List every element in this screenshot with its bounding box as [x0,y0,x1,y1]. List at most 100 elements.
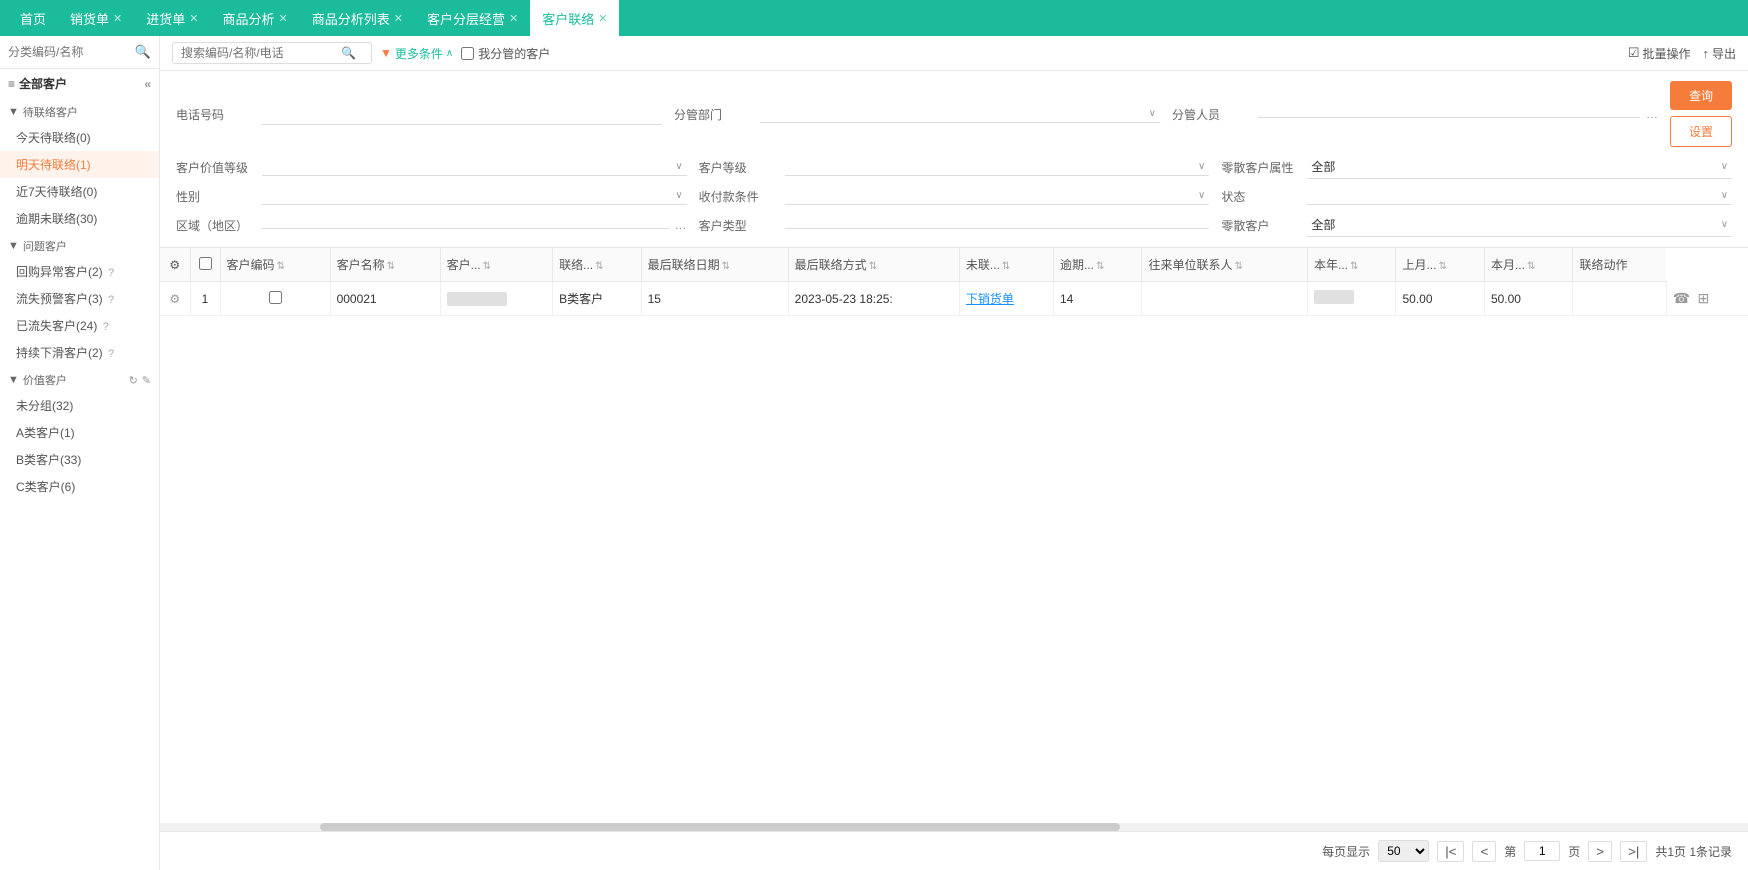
set-button[interactable]: 设置 [1670,116,1732,147]
filter-gender-select[interactable]: ∨ [262,187,687,205]
nav-purchase-order-close[interactable]: ✕ [189,12,198,25]
filter-dept-select[interactable]: ∨ [760,105,1160,123]
sidebar-item-churn-warning[interactable]: 流失预警客户(3) ? [0,285,159,312]
sidebar-item-overdue-pending[interactable]: 逾期未联络(30) [0,205,159,232]
sidebar-collapse-btn[interactable]: « [144,77,151,91]
filter-phone-input[interactable] [262,104,662,125]
region-dots-icon[interactable]: … [675,218,687,232]
col-overdue[interactable]: 逾期...⇅ [1053,248,1141,282]
bulk-action-btn[interactable]: ☑ 批量操作 [1628,45,1691,62]
col-this-month[interactable]: 本月...⇅ [1484,248,1572,282]
row-contact-count: 15 [641,282,788,316]
nav-product-analysis-close[interactable]: ✕ [279,12,288,25]
sort-overdue-icon: ⇅ [1096,261,1104,272]
nav-purchase-order[interactable]: 进货单 ✕ [134,0,210,36]
sidebar-search-icon[interactable]: 🔍 [135,44,151,60]
value-edit-icon[interactable]: ✎ [142,374,151,387]
nav-sales-order[interactable]: 销货单 ✕ [58,0,134,36]
value-refresh-icon[interactable]: ↻ [129,374,138,387]
sidebar-item-tomorrow-pending[interactable]: 明天待联络(1) [0,151,159,178]
col-checkbox[interactable] [190,248,220,282]
filter-value-grade-select[interactable]: ∨ [262,158,687,176]
page-input[interactable] [1524,841,1560,861]
sidebar-item-a-class[interactable]: A类客户(1) [0,419,159,446]
row-action-more-icon[interactable]: ⊞ [1698,290,1710,306]
table-scrollbar[interactable] [160,823,1748,831]
sidebar-item-c-class[interactable]: C类客户(6) [0,473,159,500]
sidebar-item-today-pending[interactable]: 今天待联络(0) [0,124,159,151]
col-contact-count[interactable]: 联络...⇅ [553,248,641,282]
table-area: ⚙ 客户编码⇅ 客户名称⇅ 客户...⇅ 联络...⇅ 最后联络日期⇅ 最后联络… [160,248,1748,823]
manager-dots-icon[interactable]: … [1646,107,1658,121]
col-last-month[interactable]: 上月...⇅ [1396,248,1484,282]
nav-product-analysis[interactable]: 商品分析 ✕ [210,0,299,36]
col-unlinkd[interactable]: 未联...⇅ [959,248,1053,282]
sidebar-item-repurchase-abnormal[interactable]: 回购异常客户(2) ? [0,258,159,285]
sidebar-item-churned[interactable]: 已流失客户(24) ? [0,312,159,339]
select-all-checkbox[interactable] [199,257,212,270]
sort-year-icon: ⇅ [1350,261,1358,272]
help-icon-2[interactable]: ? [103,321,109,333]
query-button[interactable]: 查询 [1670,81,1732,110]
filter-more-conditions-btn[interactable]: ▼ 更多条件 ∧ [380,45,453,62]
nav-sales-order-close[interactable]: ✕ [113,12,122,25]
help-icon-0[interactable]: ? [108,267,114,279]
row-unlinkd: 14 [1053,282,1141,316]
help-icon-3[interactable]: ? [108,348,114,360]
row-last-contact-method[interactable]: 下销货单 [959,282,1053,316]
nav-customer-tier-close[interactable]: ✕ [509,12,518,25]
filter-customer-type-select[interactable] [785,222,1210,229]
row-checkbox-cell[interactable] [220,282,330,316]
filter-payment-select[interactable]: ∨ [785,187,1210,205]
help-icon-1[interactable]: ? [108,294,114,306]
col-settings[interactable]: ⚙ [160,248,190,282]
sidebar-item-ungrouped[interactable]: 未分组(32) [0,392,159,419]
col-last-contact-date[interactable]: 最后联络日期⇅ [641,248,788,282]
table-scroll-thumb[interactable] [320,823,1120,831]
filter-manager-select[interactable] [1258,111,1640,118]
nav-customer-contact-close[interactable]: ✕ [598,12,607,25]
retail-customer-chevron-icon: ∨ [1721,219,1728,230]
sidebar-all-customers[interactable]: ≡ 全部客户 « [0,69,159,98]
contact-method-link[interactable]: 下销货单 [966,292,1014,306]
last-page-btn[interactable]: >| [1620,841,1647,862]
filter-row-4: 区域（地区） … 客户类型 零散客户 [176,213,1732,237]
export-btn[interactable]: ↑ 导出 [1702,45,1736,62]
filter-retail-customer-select[interactable]: 全部 ∨ [1307,213,1732,237]
filter-region-select[interactable] [262,222,669,229]
col-customer-code[interactable]: 客户编码⇅ [220,248,330,282]
row-checkbox[interactable] [269,291,282,304]
nav-product-analysis-list-close[interactable]: ✕ [394,12,403,25]
filter-row-1: 电话号码 分管部门 ∨ 分管人员 [176,81,1732,147]
sidebar-item-b-class[interactable]: B类客户(33) [0,446,159,473]
col-customer-name[interactable]: 客户名称⇅ [330,248,440,282]
sidebar-item-declining[interactable]: 持续下滑客户(2) ? [0,339,159,366]
col-this-year[interactable]: 本年...⇅ [1307,248,1395,282]
my-customers-checkbox-label[interactable]: 我分管的客户 [461,45,550,62]
nav-product-analysis-list[interactable]: 商品分析列表 ✕ [300,0,415,36]
filter-customer-grade-select[interactable]: ∨ [785,158,1210,176]
row-action-phone-icon[interactable]: ☎ [1673,290,1690,306]
col-customer-type[interactable]: 客户...⇅ [440,248,553,282]
next-page-btn[interactable]: > [1588,841,1612,862]
sidebar-item-7day-pending[interactable]: 近7天待联络(0) [0,178,159,205]
sidebar-search-input[interactable] [8,45,131,59]
row-settings[interactable]: ⚙ [160,282,190,316]
customer-name-blurred: Ea [447,292,507,306]
my-customers-checkbox[interactable] [461,47,474,60]
filter-search-box: 🔍 [172,42,372,64]
filter-field-gender: 性别 ∨ [176,187,687,205]
page-size-select[interactable]: 50 100 200 [1378,840,1429,862]
col-last-contact-method[interactable]: 最后联络方式⇅ [788,248,959,282]
filter-retail-attr-select[interactable]: 全部 ∨ [1307,155,1732,179]
filter-status-select[interactable]: ∨ [1307,187,1732,205]
nav-customer-tier[interactable]: 客户分层经营 ✕ [415,0,530,36]
first-page-btn[interactable]: |< [1437,841,1464,862]
prev-page-btn[interactable]: < [1472,841,1496,862]
filter-search-icon[interactable]: 🔍 [341,46,356,60]
nav-home[interactable]: 首页 [8,0,58,36]
nav-customer-contact[interactable]: 客户联络 ✕ [530,0,619,36]
filter-search-input[interactable] [181,46,341,60]
filter-field-region: 区域（地区） … [176,217,687,234]
col-contacts[interactable]: 往来单位联系人⇅ [1142,248,1308,282]
